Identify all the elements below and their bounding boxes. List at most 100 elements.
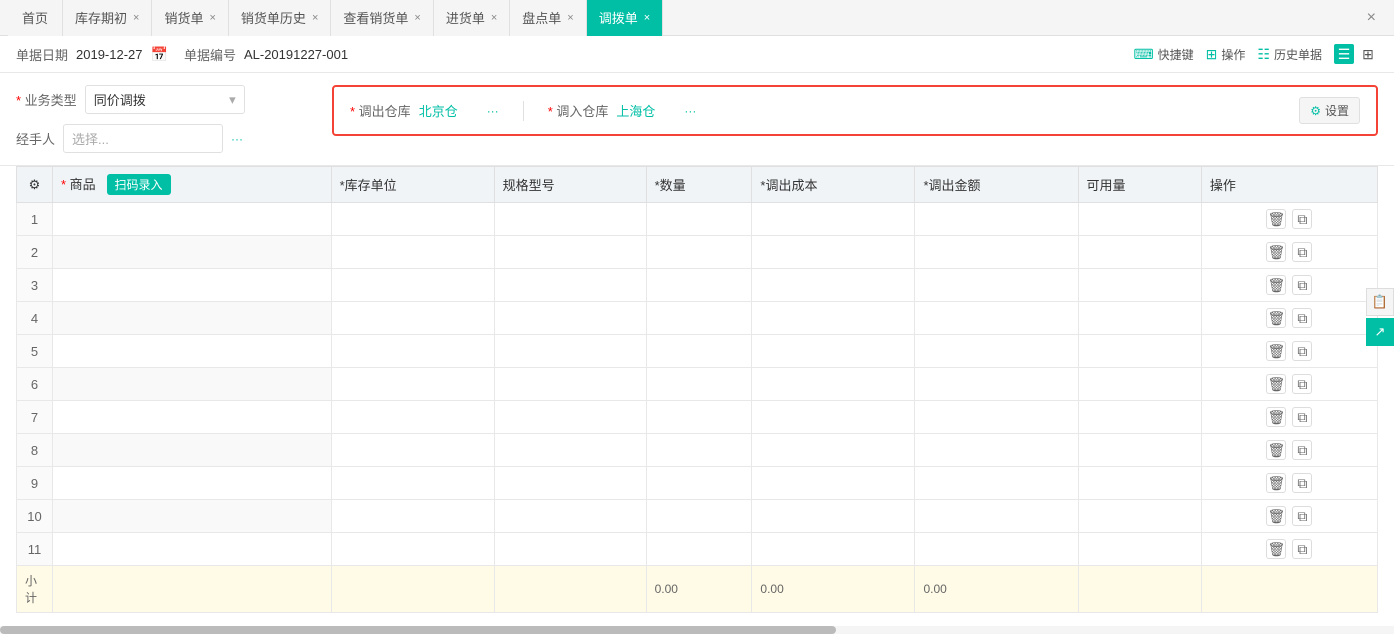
row-unit-11[interactable] xyxy=(331,533,494,566)
row-unit-6[interactable] xyxy=(331,368,494,401)
row-qty-2[interactable] xyxy=(646,236,752,269)
row-delete-icon-4[interactable]: 🗑 xyxy=(1266,308,1286,328)
row-product-9[interactable] xyxy=(53,467,332,500)
tab-transfer-close[interactable]: × xyxy=(644,12,650,24)
row-amount-8[interactable] xyxy=(915,434,1078,467)
shortcuts-action[interactable]: ⌨ 快捷键 xyxy=(1133,46,1193,63)
row-spec-1[interactable] xyxy=(494,203,646,236)
warehouse-out-more-icon[interactable]: ··· xyxy=(487,104,499,118)
row-qty-7[interactable] xyxy=(646,401,752,434)
tab-inventory-init[interactable]: 库存期初 × xyxy=(63,0,152,36)
row-amount-9[interactable] xyxy=(915,467,1078,500)
handler-more-icon[interactable]: ··· xyxy=(231,132,243,146)
row-copy-icon-7[interactable]: ⧉ xyxy=(1292,407,1312,427)
row-cost-4[interactable] xyxy=(752,302,915,335)
row-product-2[interactable] xyxy=(53,236,332,269)
row-available-8[interactable] xyxy=(1078,434,1201,467)
export-panel-button[interactable]: ↗ xyxy=(1366,318,1394,346)
layout-grid-icon[interactable]: ⊞ xyxy=(1358,44,1378,64)
row-available-11[interactable] xyxy=(1078,533,1201,566)
row-spec-5[interactable] xyxy=(494,335,646,368)
note-panel-button[interactable]: 📋 xyxy=(1366,288,1394,316)
row-copy-icon-9[interactable]: ⧉ xyxy=(1292,473,1312,493)
row-unit-4[interactable] xyxy=(331,302,494,335)
row-amount-4[interactable] xyxy=(915,302,1078,335)
row-delete-icon-5[interactable]: 🗑 xyxy=(1266,341,1286,361)
settings-button[interactable]: ⚙ 设置 xyxy=(1299,97,1360,124)
tab-sales-order[interactable]: 销货单 × xyxy=(152,0,228,36)
row-unit-10[interactable] xyxy=(331,500,494,533)
row-qty-6[interactable] xyxy=(646,368,752,401)
row-spec-10[interactable] xyxy=(494,500,646,533)
row-qty-8[interactable] xyxy=(646,434,752,467)
row-product-3[interactable] xyxy=(53,269,332,302)
row-cost-2[interactable] xyxy=(752,236,915,269)
row-cost-11[interactable] xyxy=(752,533,915,566)
row-unit-5[interactable] xyxy=(331,335,494,368)
row-available-9[interactable] xyxy=(1078,467,1201,500)
row-copy-icon-1[interactable]: ⧉ xyxy=(1292,209,1312,229)
row-delete-icon-10[interactable]: 🗑 xyxy=(1266,506,1286,526)
row-spec-7[interactable] xyxy=(494,401,646,434)
row-product-11[interactable] xyxy=(53,533,332,566)
row-available-1[interactable] xyxy=(1078,203,1201,236)
row-qty-10[interactable] xyxy=(646,500,752,533)
row-product-1[interactable] xyxy=(53,203,332,236)
row-spec-9[interactable] xyxy=(494,467,646,500)
layout-list-icon[interactable]: ☰ xyxy=(1334,44,1354,64)
row-spec-2[interactable] xyxy=(494,236,646,269)
biz-type-select[interactable]: 同价调拨 ▾ xyxy=(85,85,245,114)
tab-sales-history[interactable]: 销货单历史 × xyxy=(229,0,331,36)
row-product-6[interactable] xyxy=(53,368,332,401)
row-delete-icon-7[interactable]: 🗑 xyxy=(1266,407,1286,427)
row-spec-8[interactable] xyxy=(494,434,646,467)
tab-inventory-init-close[interactable]: × xyxy=(133,12,139,24)
row-amount-10[interactable] xyxy=(915,500,1078,533)
row-unit-1[interactable] xyxy=(331,203,494,236)
row-unit-9[interactable] xyxy=(331,467,494,500)
tab-sales-order-close[interactable]: × xyxy=(209,12,215,24)
row-amount-7[interactable] xyxy=(915,401,1078,434)
row-unit-7[interactable] xyxy=(331,401,494,434)
row-amount-11[interactable] xyxy=(915,533,1078,566)
row-cost-7[interactable] xyxy=(752,401,915,434)
scrollbar-track[interactable] xyxy=(0,626,1394,634)
row-amount-5[interactable] xyxy=(915,335,1078,368)
tab-inventory-count[interactable]: 盘点单 × xyxy=(510,0,586,36)
row-spec-4[interactable] xyxy=(494,302,646,335)
row-copy-icon-8[interactable]: ⧉ xyxy=(1292,440,1312,460)
row-unit-2[interactable] xyxy=(331,236,494,269)
row-spec-6[interactable] xyxy=(494,368,646,401)
row-unit-3[interactable] xyxy=(331,269,494,302)
row-delete-icon-2[interactable]: 🗑 xyxy=(1266,242,1286,262)
row-cost-6[interactable] xyxy=(752,368,915,401)
tab-transfer[interactable]: 调拨单 × xyxy=(587,0,663,36)
row-product-4[interactable] xyxy=(53,302,332,335)
row-amount-6[interactable] xyxy=(915,368,1078,401)
row-delete-icon-9[interactable]: 🗑 xyxy=(1266,473,1286,493)
history-action[interactable]: ☷ 历史单据 xyxy=(1257,46,1322,63)
row-available-7[interactable] xyxy=(1078,401,1201,434)
operations-action[interactable]: ⊞ 操作 xyxy=(1206,46,1246,63)
row-amount-3[interactable] xyxy=(915,269,1078,302)
row-product-10[interactable] xyxy=(53,500,332,533)
row-spec-3[interactable] xyxy=(494,269,646,302)
row-unit-8[interactable] xyxy=(331,434,494,467)
row-copy-icon-3[interactable]: ⧉ xyxy=(1292,275,1312,295)
row-cost-1[interactable] xyxy=(752,203,915,236)
tab-purchase[interactable]: 进货单 × xyxy=(434,0,510,36)
row-delete-icon-1[interactable]: 🗑 xyxy=(1266,209,1286,229)
calendar-icon[interactable]: 📅 xyxy=(151,46,168,63)
row-qty-5[interactable] xyxy=(646,335,752,368)
tab-purchase-close[interactable]: × xyxy=(491,12,497,24)
th-gear[interactable]: ⚙ xyxy=(17,167,53,203)
row-amount-2[interactable] xyxy=(915,236,1078,269)
row-cost-8[interactable] xyxy=(752,434,915,467)
row-spec-11[interactable] xyxy=(494,533,646,566)
row-cost-3[interactable] xyxy=(752,269,915,302)
row-copy-icon-10[interactable]: ⧉ xyxy=(1292,506,1312,526)
scan-button[interactable]: 扫码录入 xyxy=(107,174,171,195)
row-copy-icon-5[interactable]: ⧉ xyxy=(1292,341,1312,361)
row-amount-1[interactable] xyxy=(915,203,1078,236)
row-available-4[interactable] xyxy=(1078,302,1201,335)
